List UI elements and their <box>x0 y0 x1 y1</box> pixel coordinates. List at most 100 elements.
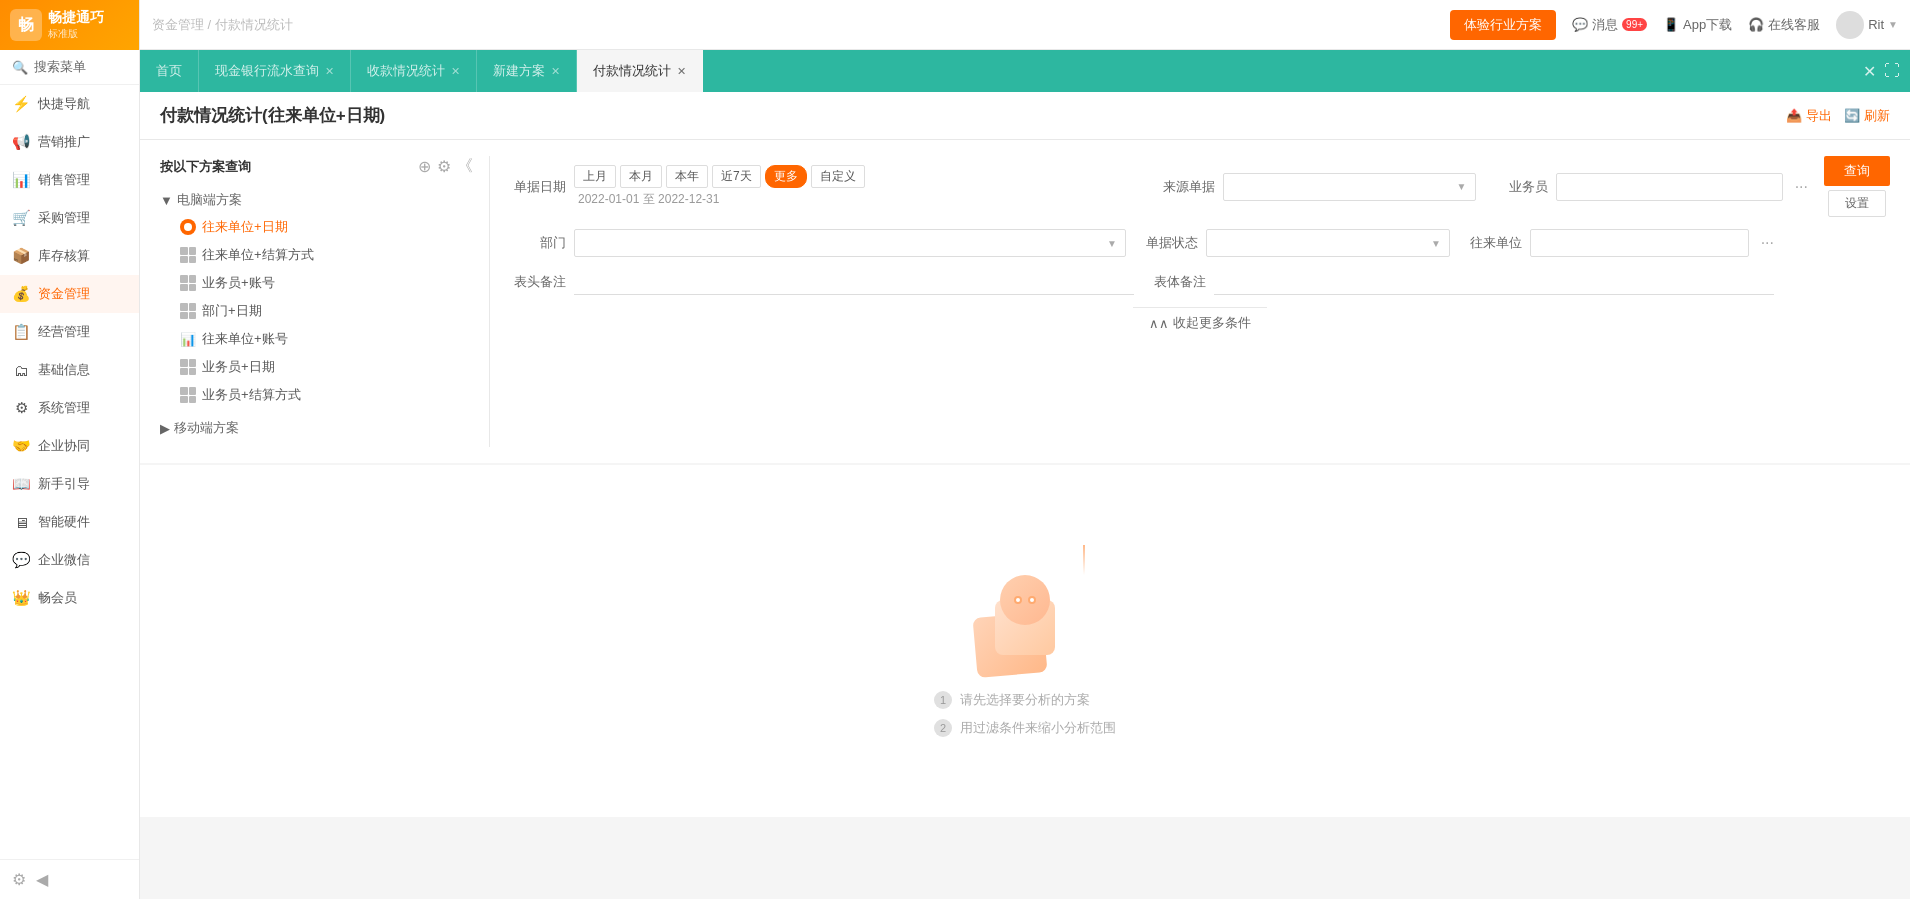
filter-panel-header: 按以下方案查询 ⊕ ⚙ 《 <box>160 156 473 177</box>
plan-grid-icon <box>180 303 196 319</box>
tab-cashflow-close[interactable]: ✕ <box>325 65 334 78</box>
tab-new-plan-close[interactable]: ✕ <box>551 65 560 78</box>
filter-field-date: 单据日期 上月 本月 本年 近7天 更多 自定义 2022-01-01 至 20… <box>510 165 1143 208</box>
plan-item-staff-account[interactable]: 业务员+账号 <box>160 269 473 297</box>
topbar-message[interactable]: 💬 消息 99+ <box>1572 16 1647 34</box>
export-icon: 📤 <box>1786 108 1802 123</box>
topbar-breadcrumb: 资金管理 / 付款情况统计 <box>152 16 1442 34</box>
plan-item-partner-settle[interactable]: 往来单位+结算方式 <box>160 241 473 269</box>
date-label: 单据日期 <box>510 178 566 196</box>
topbar: 资金管理 / 付款情况统计 体验行业方案 💬 消息 99+ 📱 App下载 🎧 … <box>140 0 1910 50</box>
sidebar-search-label: 搜索菜单 <box>34 58 86 76</box>
body-note-input[interactable] <box>1214 269 1774 295</box>
tab-home[interactable]: 首页 <box>140 50 199 92</box>
collapse-sidebar-icon[interactable]: ◀ <box>36 870 48 889</box>
filter-row-2: 部门 ▼ 单据状态 ▼ 往来单位 <box>510 229 1890 257</box>
staff-select[interactable] <box>1556 173 1783 201</box>
page-header: 付款情况统计(往来单位+日期) 📤 导出 🔄 刷新 <box>140 92 1910 140</box>
plan-item-partner-date[interactable]: 往来单位+日期 <box>160 213 473 241</box>
partner-more-icon[interactable]: ··· <box>1761 234 1774 252</box>
partner-label: 往来单位 <box>1466 234 1522 252</box>
settings-button[interactable]: 设置 <box>1828 190 1886 217</box>
collapse-label: 收起更多条件 <box>1173 314 1251 332</box>
dept-select[interactable]: ▼ <box>574 229 1126 257</box>
date-7days-btn[interactable]: 近7天 <box>712 165 761 188</box>
sidebar-item-finance[interactable]: 💰 资金管理 <box>0 275 139 313</box>
staff-more-icon[interactable]: ··· <box>1795 178 1808 196</box>
plan-item-staff-date[interactable]: 业务员+日期 <box>160 353 473 381</box>
empty-hint-2: 2 用过滤条件来缩小分析范围 <box>934 719 1116 737</box>
sidebar-item-operations[interactable]: 📋 经营管理 <box>0 313 139 351</box>
sidebar-item-system[interactable]: ⚙ 系统管理 <box>0 389 139 427</box>
empty-hint-1: 1 请先选择要分析的方案 <box>934 691 1116 709</box>
collapse-conditions-btn[interactable]: ∧∧ 收起更多条件 <box>1133 307 1267 338</box>
date-custom-btn[interactable]: 自定义 <box>811 165 865 188</box>
tab-cashflow-label: 现金银行流水查询 <box>215 62 319 80</box>
basic-icon: 🗂 <box>12 361 30 379</box>
sidebar-item-member[interactable]: 👑 畅会员 <box>0 579 139 617</box>
close-all-tabs-icon[interactable]: ✕ <box>1863 62 1876 81</box>
collapse-icon: ∧∧ <box>1149 316 1169 331</box>
date-more-btn[interactable]: 更多 <box>765 165 807 188</box>
refresh-action[interactable]: 🔄 刷新 <box>1844 107 1890 125</box>
member-icon: 👑 <box>12 589 30 607</box>
date-this-year-btn[interactable]: 本年 <box>666 165 708 188</box>
tab-payments[interactable]: 付款情况统计 ✕ <box>577 50 703 92</box>
plan-active-icon <box>180 219 196 235</box>
header-note-input[interactable] <box>574 269 1134 295</box>
sidebar-item-enterprise[interactable]: 🤝 企业协同 <box>0 427 139 465</box>
tab-receipts[interactable]: 收款情况统计 ✕ <box>351 50 477 92</box>
sidebar-item-hardware[interactable]: 🖥 智能硬件 <box>0 503 139 541</box>
mobile-section-header[interactable]: ▶ 移动端方案 <box>160 415 473 441</box>
plan-item-partner-account[interactable]: 📊 往来单位+账号 <box>160 325 473 353</box>
sidebar-item-wechat[interactable]: 💬 企业微信 <box>0 541 139 579</box>
tab-new-plan[interactable]: 新建方案 ✕ <box>477 50 577 92</box>
export-action[interactable]: 📤 导出 <box>1786 107 1832 125</box>
try-industry-button[interactable]: 体验行业方案 <box>1450 10 1556 40</box>
query-button[interactable]: 查询 <box>1824 156 1890 186</box>
sidebar-item-quick-nav[interactable]: ⚡ 快捷导航 <box>0 85 139 123</box>
app-label: App下载 <box>1683 16 1732 34</box>
topbar-user[interactable]: Rit ▼ <box>1836 11 1898 39</box>
message-label: 消息 <box>1592 16 1618 34</box>
sidebar-item-guide[interactable]: 📖 新手引导 <box>0 465 139 503</box>
add-plan-icon[interactable]: ⊕ <box>418 157 431 176</box>
topbar-app[interactable]: 📱 App下载 <box>1663 16 1732 34</box>
settings-footer-icon[interactable]: ⚙ <box>12 870 26 889</box>
plan-grid-icon <box>180 359 196 375</box>
plan-settings-icon[interactable]: ⚙ <box>437 157 451 176</box>
plan-item-dept-date[interactable]: 部门+日期 <box>160 297 473 325</box>
sidebar-item-basic[interactable]: 🗂 基础信息 <box>0 351 139 389</box>
sidebar-item-label: 企业微信 <box>38 551 127 569</box>
tab-payments-close[interactable]: ✕ <box>677 65 686 78</box>
filter-panel-title: 按以下方案查询 <box>160 158 251 176</box>
plan-grid-icon <box>180 387 196 403</box>
finance-icon: 💰 <box>12 285 30 303</box>
sidebar-item-marketing[interactable]: 📢 营销推广 <box>0 123 139 161</box>
sidebar-item-sales[interactable]: 📊 销售管理 <box>0 161 139 199</box>
hint-num-1: 1 <box>934 691 952 709</box>
plan-item-label: 业务员+账号 <box>202 274 275 292</box>
tab-payments-label: 付款情况统计 <box>593 62 671 80</box>
desktop-section-header[interactable]: ▼ 电脑端方案 <box>160 187 473 213</box>
date-last-month-btn[interactable]: 上月 <box>574 165 616 188</box>
collapse-panel-icon[interactable]: 《 <box>457 156 473 177</box>
plan-item-staff-settle[interactable]: 业务员+结算方式 <box>160 381 473 409</box>
docstatus-select[interactable]: ▼ <box>1206 229 1450 257</box>
tab-receipts-close[interactable]: ✕ <box>451 65 460 78</box>
source-select[interactable]: ▼ <box>1223 173 1476 201</box>
breadcrumb-path: 资金管理 / 付款情况统计 <box>152 16 293 34</box>
date-this-month-btn[interactable]: 本月 <box>620 165 662 188</box>
sidebar-search[interactable]: 🔍 搜索菜单 <box>0 50 139 85</box>
partner-select[interactable] <box>1530 229 1749 257</box>
filter-field-header-note: 表头备注 <box>510 269 1134 295</box>
topbar-service[interactable]: 🎧 在线客服 <box>1748 16 1820 34</box>
sidebar-item-label: 库存核算 <box>38 247 127 265</box>
sidebar-item-purchase[interactable]: 🛒 采购管理 <box>0 199 139 237</box>
inventory-icon: 📦 <box>12 247 30 265</box>
source-label: 来源单据 <box>1159 178 1215 196</box>
sidebar-item-inventory[interactable]: 📦 库存核算 <box>0 237 139 275</box>
tab-cashflow[interactable]: 现金银行流水查询 ✕ <box>199 50 351 92</box>
expand-tabs-icon[interactable]: ⛶ <box>1884 62 1900 80</box>
sidebar-logo-area: 畅捷通巧 标准版 <box>48 9 104 41</box>
